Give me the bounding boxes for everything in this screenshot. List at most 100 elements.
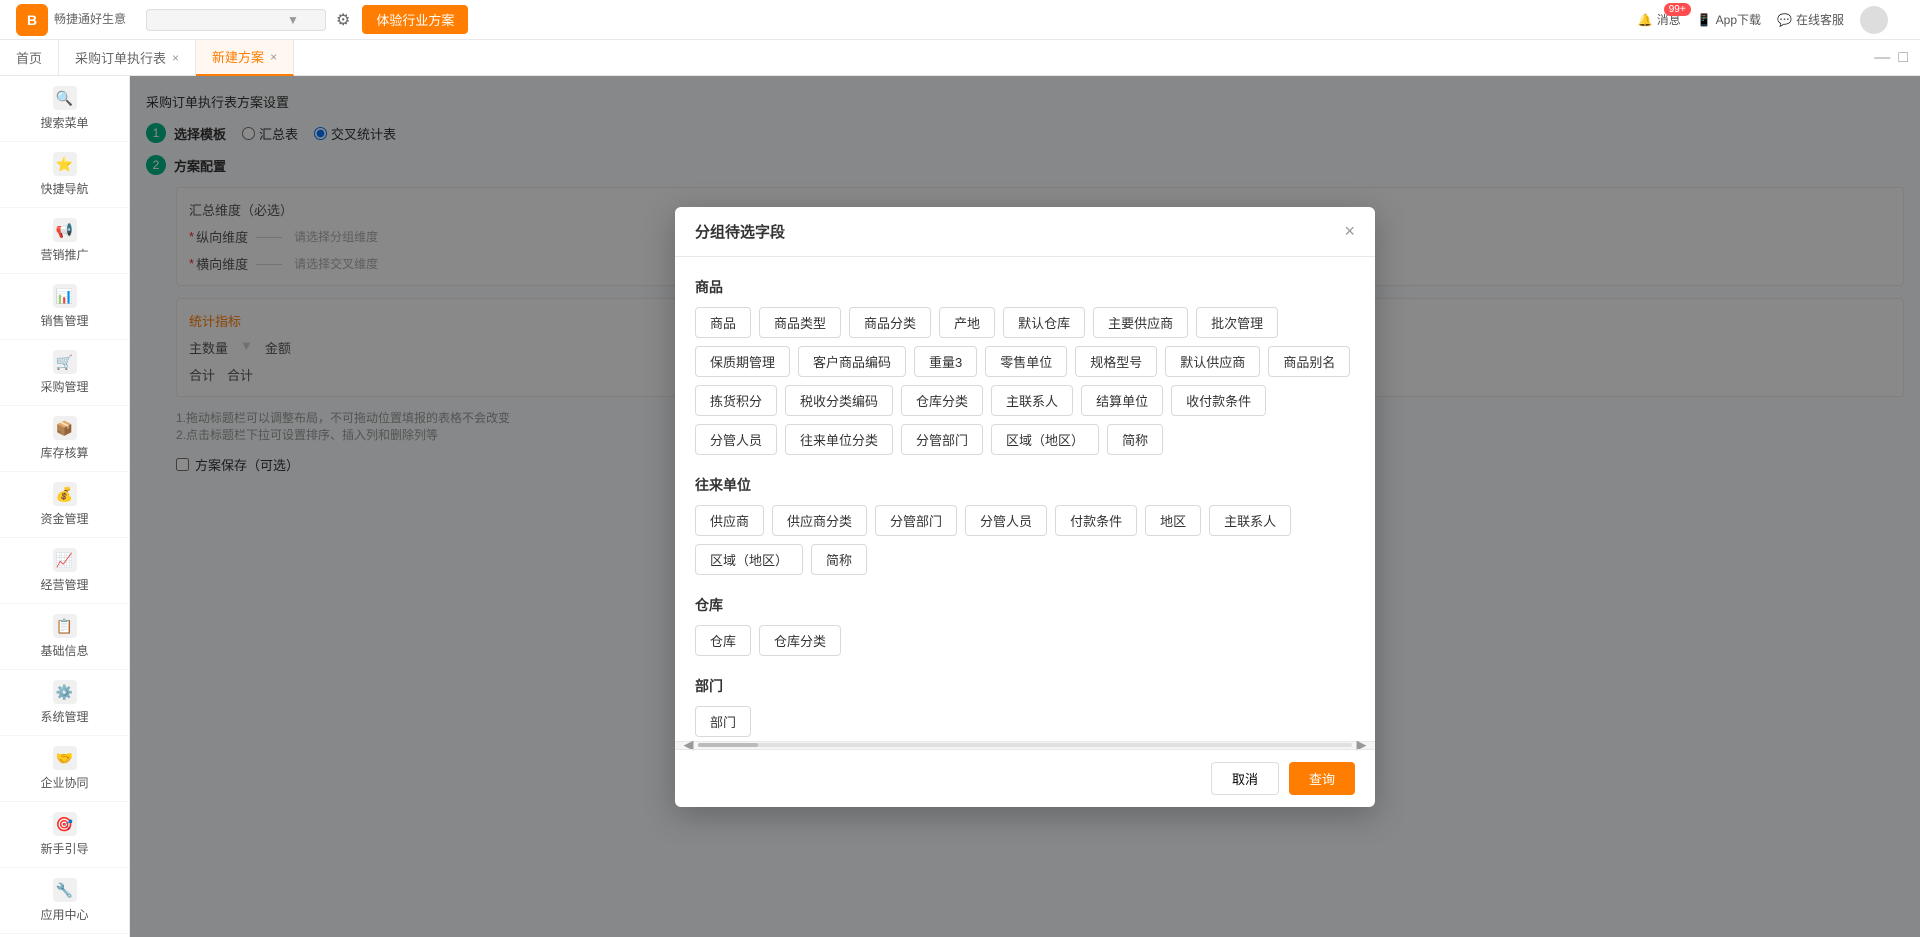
service-icon: 💬	[1777, 13, 1792, 27]
sidebar-item-basic[interactable]: 📋 基础信息	[0, 604, 129, 670]
dialog-body: 商品 商品 商品类型 商品分类 产地 默认仓库 主要供应商 批次管理 保质期管理…	[675, 257, 1375, 741]
download-icon: 📱	[1697, 13, 1712, 27]
field-main-contact[interactable]: 主联系人	[991, 385, 1073, 416]
field-product[interactable]: 商品	[695, 307, 751, 338]
field-main-contact2[interactable]: 主联系人	[1209, 505, 1291, 536]
logo-area: B 畅捷通好生意	[16, 4, 146, 36]
tab-home-label: 首页	[16, 48, 42, 67]
tab-home[interactable]: 首页	[0, 40, 59, 76]
field-spec-model[interactable]: 规格型号	[1075, 346, 1157, 377]
dropdown-icon[interactable]: ▼	[287, 13, 299, 27]
field-region2[interactable]: 区域（地区）	[695, 544, 803, 575]
sidebar-item-quicknav[interactable]: ⭐ 快捷导航	[0, 142, 129, 208]
field-supplier[interactable]: 供应商	[695, 505, 764, 536]
online-service-nav[interactable]: 💬 在线客服	[1777, 11, 1844, 28]
field-shelf-life[interactable]: 保质期管理	[695, 346, 790, 377]
sidebar-operation-label: 经营管理	[40, 576, 88, 593]
hscroll-thumb[interactable]	[698, 743, 758, 747]
field-product-category[interactable]: 商品分类	[849, 307, 931, 338]
cancel-button[interactable]: 取消	[1211, 762, 1279, 795]
field-default-supplier[interactable]: 默认供应商	[1165, 346, 1260, 377]
search-input[interactable]	[157, 13, 287, 27]
confirm-button[interactable]: 查询	[1289, 762, 1355, 795]
field-main-supplier[interactable]: 主要供应商	[1093, 307, 1188, 338]
tab-collapse-icon[interactable]: ―	[1874, 49, 1890, 67]
field-product-alias[interactable]: 商品别名	[1268, 346, 1350, 377]
field-warehouse-cat[interactable]: 仓库分类	[759, 625, 841, 656]
sidebar-appcenter-label: 应用中心	[40, 906, 88, 923]
dialog-hscroll[interactable]: ◀ ▶	[675, 741, 1375, 749]
field-pick-points[interactable]: 拣货积分	[695, 385, 777, 416]
field-batch-mgmt[interactable]: 批次管理	[1196, 307, 1278, 338]
field-settle-unit[interactable]: 结算单位	[1081, 385, 1163, 416]
sidebar-enterprise-label: 企业协同	[40, 774, 88, 791]
dialog-title: 分组待选字段	[695, 221, 785, 242]
search-box[interactable]: ▼	[146, 9, 326, 31]
sidebar-item-operation[interactable]: 📈 经营管理	[0, 538, 129, 604]
field-select-dialog: 分组待选字段 × 商品 商品 商品类型 商品分类 产地 默认仓库 主要供应商	[675, 207, 1375, 807]
sidebar-item-marketing[interactable]: 📢 营销推广	[0, 208, 129, 274]
field-payment-cond[interactable]: 付款条件	[1055, 505, 1137, 536]
enterprise-icon: 🤝	[53, 746, 77, 770]
dialog-close-btn[interactable]: ×	[1344, 222, 1355, 240]
sidebar-item-purchase[interactable]: 🛒 采购管理	[0, 340, 129, 406]
field-warehouse-category[interactable]: 仓库分类	[901, 385, 983, 416]
field-region[interactable]: 区域（地区）	[991, 424, 1099, 455]
tab-expand-icon[interactable]: □	[1898, 49, 1908, 67]
sidebar-item-inventory[interactable]: 📦 库存核算	[0, 406, 129, 472]
field-supervisor[interactable]: 分管人员	[695, 424, 777, 455]
field-retail-unit[interactable]: 零售单位	[985, 346, 1067, 377]
field-partner-dept[interactable]: 分管部门	[875, 505, 957, 536]
tab-new-plan[interactable]: 新建方案 ×	[196, 40, 294, 76]
field-dept-mgmt[interactable]: 分管部门	[901, 424, 983, 455]
field-district[interactable]: 地区	[1145, 505, 1201, 536]
section-warehouse-fields: 仓库 仓库分类	[695, 625, 1355, 656]
settings-icon[interactable]: ⚙	[336, 10, 350, 30]
field-weight[interactable]: 重量3	[914, 346, 977, 377]
field-product-type[interactable]: 商品类型	[759, 307, 841, 338]
app-download-nav[interactable]: 📱 App下载	[1697, 11, 1761, 28]
sidebar-quicknav-label: 快捷导航	[40, 180, 88, 197]
tab-new-plan-close[interactable]: ×	[270, 50, 277, 64]
dialog-header: 分组待选字段 ×	[675, 207, 1375, 257]
sidebar-item-finance[interactable]: 💰 资金管理	[0, 472, 129, 538]
field-payment-terms[interactable]: 收付款条件	[1171, 385, 1266, 416]
field-supplier-category[interactable]: 供应商分类	[772, 505, 867, 536]
field-partner-supervisor[interactable]: 分管人员	[965, 505, 1047, 536]
sidebar-item-enterprise[interactable]: 🤝 企业协同	[0, 736, 129, 802]
tab-purchase-order-close[interactable]: ×	[172, 51, 179, 65]
sidebar-item-sales[interactable]: 📊 销售管理	[0, 274, 129, 340]
content-area: 采购订单执行表方案设置 1 选择模板 汇总表 交叉统计表 2	[130, 76, 1920, 937]
field-partner-category[interactable]: 往来单位分类	[785, 424, 893, 455]
bell-icon: 🔔	[1638, 13, 1653, 27]
field-origin[interactable]: 产地	[939, 307, 995, 338]
field-tax-code[interactable]: 税收分类编码	[785, 385, 893, 416]
field-default-warehouse[interactable]: 默认仓库	[1003, 307, 1085, 338]
main-layout: 🔍 搜索菜单 ⭐ 快捷导航 📢 营销推广 📊 销售管理 🛒 采购管理 📦 库存核…	[0, 76, 1920, 937]
avatar[interactable]	[1860, 6, 1888, 34]
section-partner-fields: 供应商 供应商分类 分管部门 分管人员 付款条件 地区 主联系人 区域（地区） …	[695, 505, 1355, 575]
sidebar-search-label: 搜索菜单	[40, 114, 88, 131]
finance-icon: 💰	[53, 482, 77, 506]
field-short-name[interactable]: 简称	[1107, 424, 1163, 455]
sidebar-item-system[interactable]: ⚙️ 系统管理	[0, 670, 129, 736]
sidebar-item-appcenter[interactable]: 🔧 应用中心	[0, 868, 129, 934]
sidebar-item-search[interactable]: 🔍 搜索菜单	[0, 76, 129, 142]
system-icon: ⚙️	[53, 680, 77, 704]
sidebar-system-label: 系统管理	[40, 708, 88, 725]
sidebar-item-guide[interactable]: 🎯 新手引导	[0, 802, 129, 868]
field-short-name2[interactable]: 简称	[811, 544, 867, 575]
tab-purchase-order[interactable]: 采购订单执行表 ×	[59, 40, 196, 76]
marketing-icon: 📢	[53, 218, 77, 242]
field-dept[interactable]: 部门	[695, 706, 751, 737]
sidebar-marketing-label: 营销推广	[40, 246, 88, 263]
field-customer-code[interactable]: 客户商品编码	[798, 346, 906, 377]
dialog-footer: 取消 查询	[675, 749, 1375, 807]
dialog-backdrop: 分组待选字段 × 商品 商品 商品类型 商品分类 产地 默认仓库 主要供应商	[130, 76, 1920, 937]
field-warehouse[interactable]: 仓库	[695, 625, 751, 656]
message-nav[interactable]: 🔔 消息 99+	[1638, 11, 1681, 28]
quicknav-icon: ⭐	[53, 152, 77, 176]
experience-btn[interactable]: 体验行业方案	[362, 5, 468, 34]
section-product-fields: 商品 商品类型 商品分类 产地 默认仓库 主要供应商 批次管理 保质期管理 客户…	[695, 307, 1355, 455]
section-dept-title: 部门	[695, 676, 1355, 696]
